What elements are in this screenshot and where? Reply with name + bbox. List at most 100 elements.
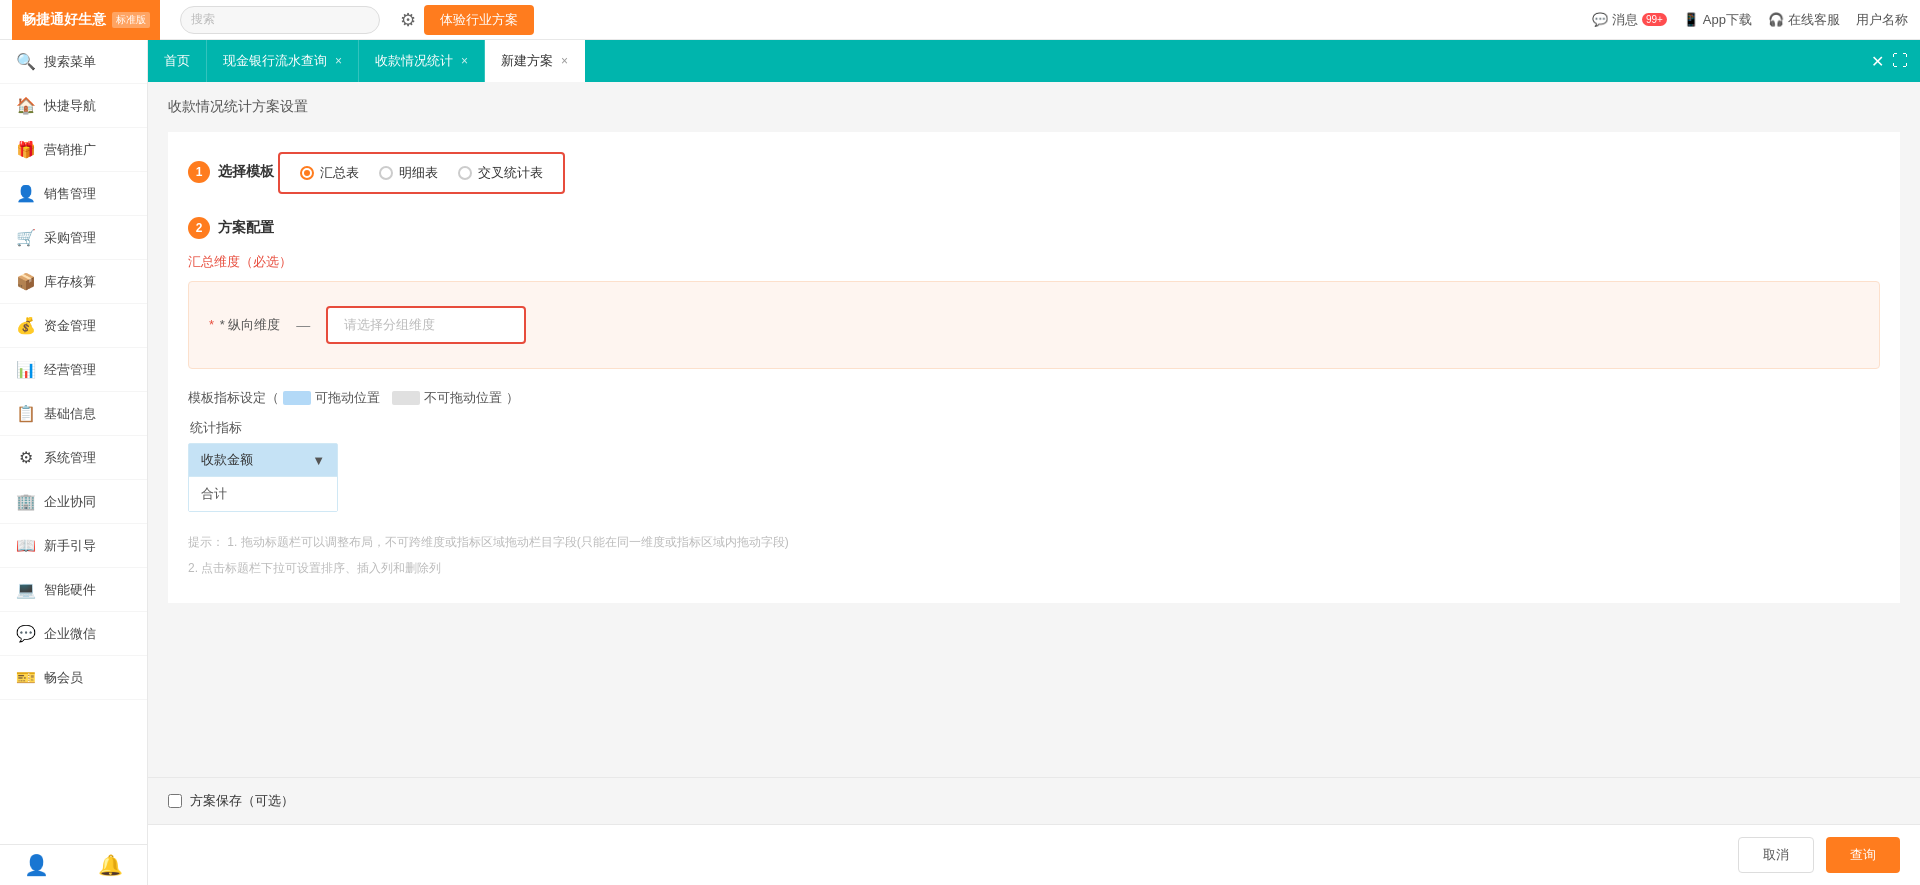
finance-icon: 💰 bbox=[16, 316, 36, 335]
sidebar-item-marketing[interactable]: 🎁营销推广 bbox=[0, 128, 147, 172]
tab-new-plan-close[interactable]: × bbox=[561, 54, 568, 68]
sales-icon: 👤 bbox=[16, 184, 36, 203]
enterprise-icon: 🏢 bbox=[16, 492, 36, 511]
dimension-label-text: 汇总维度（必选） bbox=[188, 254, 292, 269]
download-label: App下载 bbox=[1703, 11, 1752, 29]
download-btn[interactable]: 📱 App下载 bbox=[1683, 11, 1752, 29]
sidebar-item-finance[interactable]: 💰 资金管理 bbox=[0, 304, 147, 348]
industry-btn[interactable]: 体验行业方案 bbox=[424, 5, 534, 35]
top-bar: 畅捷通好生意 标准版 搜索 ⚙ 体验行业方案 💬 消息 99+ 📱 App下载 … bbox=[0, 0, 1920, 40]
radio-group-template: 汇总表 明细表 交叉统计表 bbox=[300, 164, 543, 182]
tab-expand-icon[interactable]: ⛶ bbox=[1892, 52, 1908, 70]
hint-1: 提示： 1. 拖动标题栏可以调整布局，不可跨维度或指标区域拖动栏目字段(只能在同… bbox=[188, 532, 1880, 554]
metrics-dropdown-icon[interactable]: ▼ bbox=[312, 453, 325, 468]
radio-summary-circle bbox=[300, 166, 314, 180]
page-content: 收款情况统计方案设置 1 选择模板 汇总表 bbox=[148, 82, 1920, 777]
step2-section: 2 方案配置 汇总维度（必选） * * 纵向维度 bbox=[188, 217, 1880, 579]
home-label: 首页 bbox=[164, 52, 190, 70]
metrics-category-label: 统计指标 bbox=[188, 419, 348, 437]
sidebar-item-management[interactable]: 📊 经营管理 bbox=[0, 348, 147, 392]
download-icon: 📱 bbox=[1683, 12, 1699, 27]
sidebar-item-purchase[interactable]: 🛒采购管理 bbox=[0, 216, 147, 260]
metrics-table-area: 统计指标 收款金额 ▼ 合计 bbox=[188, 419, 1880, 512]
metrics-table-header[interactable]: 收款金额 ▼ bbox=[189, 444, 337, 477]
sales-label: 销售管理 bbox=[44, 185, 96, 203]
enterprise-label: 企业协同 bbox=[44, 493, 96, 511]
draggable-label: 可拖动位置 bbox=[315, 389, 380, 407]
user-name[interactable]: 用户名称 bbox=[1856, 11, 1908, 29]
sidebar-item-search[interactable]: 🔍 搜索菜单 bbox=[0, 40, 147, 84]
tab-new-plan[interactable]: 新建方案 × bbox=[485, 40, 585, 82]
radio-summary[interactable]: 汇总表 bbox=[300, 164, 359, 182]
sidebar-item-system[interactable]: ⚙系统管理 bbox=[0, 436, 147, 480]
hint-section: 提示： 1. 拖动标题栏可以调整布局，不可跨维度或指标区域拖动栏目字段(只能在同… bbox=[188, 532, 1880, 579]
non-draggable-label: 不可拖动位置 bbox=[424, 389, 502, 407]
dim-row-label-text: * 纵向维度 bbox=[220, 317, 281, 332]
query-button[interactable]: 查询 bbox=[1826, 837, 1900, 873]
quick-nav-label: 快捷导航 bbox=[44, 97, 96, 115]
sidebar-bottom-icon-2[interactable]: 🔔 bbox=[98, 853, 123, 877]
radio-cross-circle bbox=[458, 166, 472, 180]
top-bar-actions: 💬 消息 99+ 📱 App下载 🎧 在线客服 用户名称 bbox=[1592, 11, 1908, 29]
radio-cross-label: 交叉统计表 bbox=[478, 164, 543, 182]
management-label: 经营管理 bbox=[44, 361, 96, 379]
basic-info-label: 基础信息 bbox=[44, 405, 96, 423]
guide-label: 新手引导 bbox=[44, 537, 96, 555]
sidebar-bottom-icon-1[interactable]: 👤 bbox=[24, 853, 49, 877]
message-label: 消息 bbox=[1612, 11, 1638, 29]
sidebar-item-hardware[interactable]: 💻智能硬件 bbox=[0, 568, 147, 612]
search-label: 搜索菜单 bbox=[44, 53, 96, 71]
save-checkbox[interactable] bbox=[168, 794, 182, 808]
tab-new-plan-label: 新建方案 bbox=[501, 52, 553, 70]
sidebar-item-enterprise[interactable]: 🏢 企业协同 bbox=[0, 480, 147, 524]
app-tag: 标准版 bbox=[112, 12, 150, 28]
sidebar-item-member[interactable]: 🎫畅会员 bbox=[0, 656, 147, 700]
sidebar-item-basic-info[interactable]: 📋 基础信息 bbox=[0, 392, 147, 436]
tab-close-icon[interactable]: ✕ bbox=[1871, 52, 1884, 71]
step1-section: 1 选择模板 汇总表 明细表 bbox=[188, 152, 1880, 197]
sidebar-nav: 🔍 搜索菜单 🏠快捷导航🎁营销推广 👤 销售管理 🛒采购管理📦库存核算 💰 资金管理 📊 经营管理… bbox=[0, 40, 147, 700]
metrics-header: 模板指标设定（ 可拖动位置 不可拖动位置 ） bbox=[188, 389, 1880, 407]
inventory-icon: 📦 bbox=[16, 272, 36, 291]
basic-info-icon: 📋 bbox=[16, 404, 36, 423]
top-search-bar[interactable]: 搜索 bbox=[180, 6, 380, 34]
sidebar-item-sales[interactable]: 👤 销售管理 bbox=[0, 172, 147, 216]
tab-bank-flow-close[interactable]: × bbox=[335, 54, 342, 68]
radio-detail[interactable]: 明细表 bbox=[379, 164, 438, 182]
dimension-section: 汇总维度（必选） * * 纵向维度 — 请选择分组维度 bbox=[188, 253, 1880, 369]
template-select-box: 汇总表 明细表 交叉统计表 bbox=[278, 152, 565, 194]
finance-label: 资金管理 bbox=[44, 317, 96, 335]
dim-select-input[interactable]: 请选择分组维度 bbox=[326, 306, 526, 344]
page-title: 收款情况统计方案设置 bbox=[168, 98, 1900, 116]
non-draggable-legend: 不可拖动位置 bbox=[392, 389, 502, 407]
dim-select-placeholder: 请选择分组维度 bbox=[344, 316, 435, 334]
guide-icon: 📖 bbox=[16, 536, 36, 555]
wechat-label: 企业微信 bbox=[44, 625, 96, 643]
sidebar-item-wechat[interactable]: 💬 企业微信 bbox=[0, 612, 147, 656]
tab-collection-close[interactable]: × bbox=[461, 54, 468, 68]
dim-required: * bbox=[209, 317, 214, 332]
step2-num: 2 bbox=[188, 217, 210, 239]
tab-collection[interactable]: 收款情况统计 × bbox=[359, 40, 485, 82]
sidebar-item-inventory[interactable]: 📦库存核算 bbox=[0, 260, 147, 304]
sidebar: 🔍 搜索菜单 🏠快捷导航🎁营销推广 👤 销售管理 🛒采购管理📦库存核算 💰 资金管理 📊 经营管理… bbox=[0, 40, 148, 885]
radio-cross[interactable]: 交叉统计表 bbox=[458, 164, 543, 182]
non-draggable-color bbox=[392, 391, 420, 405]
tab-home[interactable]: 首页 bbox=[148, 40, 207, 82]
sidebar-item-guide[interactable]: 📖 新手引导 bbox=[0, 524, 147, 568]
tab-bank-flow[interactable]: 现金银行流水查询 × bbox=[207, 40, 359, 82]
system-icon: ⚙ bbox=[16, 448, 36, 467]
metrics-table: 收款金额 ▼ 合计 bbox=[188, 443, 338, 512]
sidebar-item-quick-nav[interactable]: 🏠快捷导航 bbox=[0, 84, 147, 128]
member-label: 畅会员 bbox=[44, 669, 83, 687]
hardware-icon: 💻 bbox=[16, 580, 36, 599]
settings-icon[interactable]: ⚙ bbox=[400, 9, 416, 31]
search-icon: 🔍 bbox=[16, 52, 36, 71]
service-btn[interactable]: 🎧 在线客服 bbox=[1768, 11, 1840, 29]
hint-2: 2. 点击标题栏下拉可设置排序、插入列和删除列 bbox=[188, 558, 1880, 580]
management-icon: 📊 bbox=[16, 360, 36, 379]
cancel-button[interactable]: 取消 bbox=[1738, 837, 1814, 873]
message-btn[interactable]: 💬 消息 99+ bbox=[1592, 11, 1667, 29]
search-placeholder: 搜索 bbox=[191, 11, 215, 28]
wechat-icon: 💬 bbox=[16, 624, 36, 643]
